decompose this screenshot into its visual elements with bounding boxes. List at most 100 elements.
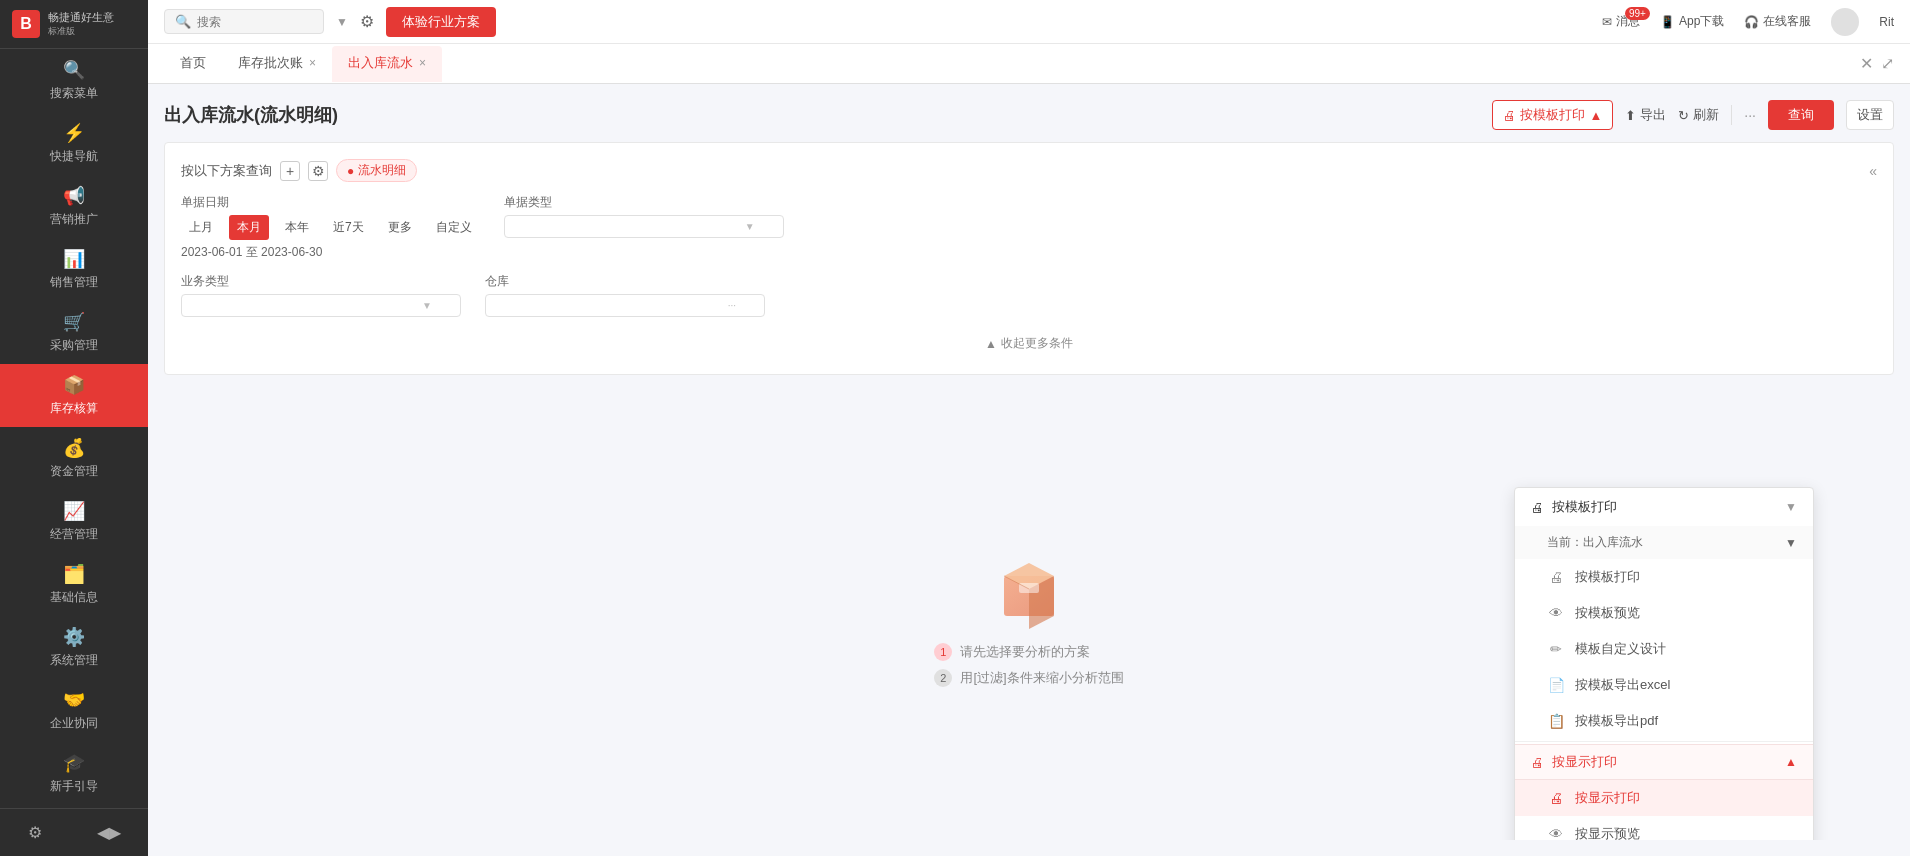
template-print-section-header[interactable]: 🖨 按模板打印 ▼	[1515, 488, 1813, 526]
sidebar-item-sales[interactable]: 📊 销售管理	[0, 238, 148, 301]
date-filter-field: 单据日期 上月 本月 本年 近7天 更多 自定义 2023-06-01 至 20…	[181, 194, 480, 261]
filter-tag-label: 流水明细	[358, 162, 406, 179]
tab-close-batch[interactable]: ×	[309, 56, 316, 70]
refresh-button[interactable]: ↻ 刷新	[1678, 106, 1719, 124]
filter-active-tag[interactable]: ● 流水明细	[336, 159, 417, 182]
date-filter-group: 上月 本月 本年 近7天 更多 自定义	[181, 215, 480, 240]
sidebar-item-operations[interactable]: 📈 经营管理	[0, 490, 148, 553]
sidebar-icon-system: ⚙️	[63, 626, 85, 648]
tab-close-window-icon[interactable]: ✕	[1860, 54, 1873, 73]
warehouse-filter-field: 仓库 ···	[485, 273, 765, 317]
tab-expand-icon[interactable]: ⤢	[1881, 54, 1894, 73]
dropdown-item-template-excel[interactable]: 📄 按模板导出excel	[1515, 667, 1813, 703]
sidebar-item-finance[interactable]: 💰 资金管理	[0, 427, 148, 490]
date-btn-this-year[interactable]: 本年	[277, 215, 317, 240]
more-options-icon[interactable]: ···	[1744, 107, 1756, 123]
section2-toggle-icon[interactable]: ▲	[1785, 755, 1797, 769]
empty-step-1-text: 请先选择要分析的方案	[960, 643, 1090, 661]
current-indicator: 当前：出入库流水 ▼	[1515, 526, 1813, 559]
tab-flow[interactable]: 出入库流水 ×	[332, 46, 442, 82]
sidebar-icon-quicknav: ⚡	[63, 122, 85, 144]
warehouse-select[interactable]: ···	[485, 294, 765, 317]
topbar-chevron-icon[interactable]: ▼	[336, 15, 348, 29]
doc-type-chevron-icon: ▼	[745, 221, 755, 232]
user-avatar[interactable]	[1831, 8, 1859, 36]
print-section-icon: 🖨	[1531, 500, 1544, 515]
sidebar-item-purchase[interactable]: 🛒 采购管理	[0, 301, 148, 364]
topbar-app-label: App下载	[1679, 13, 1724, 30]
biz-type-label: 业务类型	[181, 273, 461, 290]
template-print-button[interactable]: 🖨 按模板打印 ▲	[1492, 100, 1613, 130]
content-area: 1 请先选择要分析的方案 2 用[过滤]条件来缩小分析范围	[164, 387, 1894, 840]
date-btn-this-month[interactable]: 本月	[229, 215, 269, 240]
sidebar-item-guide[interactable]: 🎓 新手引导	[0, 742, 148, 805]
page-action-bar: 🖨 按模板打印 ▲ ⬆ 导出 ↻ 刷新 ···	[1492, 100, 1894, 130]
tab-home[interactable]: 首页	[164, 46, 222, 82]
tab-close-flow[interactable]: ×	[419, 56, 426, 70]
topbar-username[interactable]: Rit	[1879, 15, 1894, 29]
filter-add-button[interactable]: +	[280, 161, 300, 181]
filter-collapse-label: 收起更多条件	[1001, 335, 1073, 352]
topbar-app-download[interactable]: 📱 App下载	[1660, 13, 1724, 30]
settings-button[interactable]: 设置	[1846, 100, 1894, 130]
sidebar-icon-purchase: 🛒	[63, 311, 85, 333]
trial-button[interactable]: 体验行业方案	[386, 7, 496, 37]
tab-label-flow: 出入库流水	[348, 54, 413, 72]
template-excel-item-label: 按模板导出excel	[1575, 676, 1670, 694]
template-print-label: 按模板打印	[1520, 106, 1585, 124]
empty-step-1: 1 请先选择要分析的方案	[934, 643, 1123, 661]
date-btn-last-month[interactable]: 上月	[181, 215, 221, 240]
display-section-icon: 🖨	[1531, 755, 1544, 770]
sidebar-icon-inventory: 📦	[63, 374, 85, 396]
sidebar-item-inventory[interactable]: 📦 库存核算	[0, 364, 148, 427]
date-btn-custom[interactable]: 自定义	[428, 215, 480, 240]
empty-state-icon	[984, 541, 1074, 631]
sidebar-logo: B 畅捷通好生意 标准版	[0, 0, 148, 49]
dropdown-item-template-pdf[interactable]: 📋 按模板导出pdf	[1515, 703, 1813, 739]
sidebar-collapse-icon[interactable]: ◀▶	[93, 819, 125, 846]
sidebar-item-basic[interactable]: 🗂️ 基础信息	[0, 553, 148, 616]
dropdown-item-display-print[interactable]: 🖨 按显示打印	[1515, 780, 1813, 816]
warehouse-chevron-icon: ···	[728, 300, 736, 311]
tab-batch[interactable]: 库存批次账×	[222, 46, 332, 82]
display-print-section-header[interactable]: 🖨 按显示打印 ▲	[1515, 744, 1813, 780]
dropdown-item-template-print[interactable]: 🖨 按模板打印	[1515, 559, 1813, 595]
doc-type-filter-field: 单据类型 ▼	[504, 194, 784, 238]
template-preview-item-label: 按模板预览	[1575, 604, 1640, 622]
topbar-gear-icon[interactable]: ⚙	[360, 12, 374, 31]
sidebar-label-collab: 企业协同	[50, 715, 98, 732]
sidebar-item-search[interactable]: 🔍 搜索菜单	[0, 49, 148, 112]
search-input[interactable]	[197, 15, 297, 29]
section1-chevron-icon: ▼	[1785, 500, 1797, 514]
empty-step-2: 2 用[过滤]条件来缩小分析范围	[934, 669, 1123, 687]
service-icon: 🎧	[1744, 15, 1759, 29]
sidebar-item-quicknav[interactable]: ⚡ 快捷导航	[0, 112, 148, 175]
doc-type-select[interactable]: ▼	[504, 215, 784, 238]
sidebar-item-system[interactable]: ⚙️ 系统管理	[0, 616, 148, 679]
app-download-icon: 📱	[1660, 15, 1675, 29]
topbar-online-service[interactable]: 🎧 在线客服	[1744, 13, 1811, 30]
display-print-section-label-group: 🖨 按显示打印	[1531, 753, 1617, 771]
query-button[interactable]: 查询	[1768, 100, 1834, 130]
sidebar-item-marketing[interactable]: 📢 营销推广	[0, 175, 148, 238]
sidebar-settings-icon[interactable]: ⚙	[24, 819, 46, 846]
export-button[interactable]: ⬆ 导出	[1625, 106, 1666, 124]
dropdown-item-template-preview[interactable]: 👁 按模板预览	[1515, 595, 1813, 631]
filter-settings-button[interactable]: ⚙	[308, 161, 328, 181]
topbar-search-box[interactable]: 🔍	[164, 9, 324, 34]
sidebar-label-marketing: 营销推广	[50, 211, 98, 228]
sidebar-label-purchase: 采购管理	[50, 337, 98, 354]
topbar-messages[interactable]: ✉ 消息 99+	[1602, 13, 1640, 30]
sidebar-item-collab[interactable]: 🤝 企业协同	[0, 679, 148, 742]
dropdown-item-template-custom[interactable]: ✏ 模板自定义设计	[1515, 631, 1813, 667]
biz-type-select[interactable]: ▼	[181, 294, 461, 317]
template-preview-item-icon: 👁	[1547, 605, 1565, 621]
sidebar-icon-search: 🔍	[63, 59, 85, 81]
filter-header-collapse-icon[interactable]: «	[1869, 163, 1877, 179]
date-btn-last-7days[interactable]: 近7天	[325, 215, 372, 240]
display-preview-item-label: 按显示预览	[1575, 825, 1640, 840]
dropdown-item-display-preview[interactable]: 👁 按显示预览	[1515, 816, 1813, 840]
filter-collapse-button[interactable]: ▲ 收起更多条件	[181, 329, 1877, 358]
export-label: 导出	[1640, 106, 1666, 124]
date-btn-more[interactable]: 更多	[380, 215, 420, 240]
